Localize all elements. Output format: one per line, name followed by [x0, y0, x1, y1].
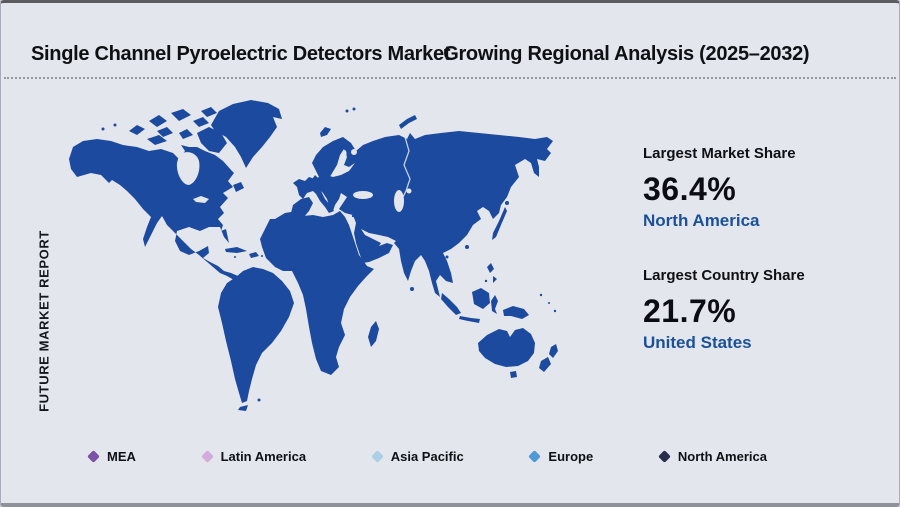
java-shape — [459, 316, 480, 323]
diamond-marker-icon — [658, 450, 671, 463]
white-sea-cutout — [351, 149, 357, 155]
diamond-marker-icon — [200, 450, 214, 463]
diamond-marker-icon — [87, 450, 100, 463]
stats-panel: Largest Market Share 36.4% North America… — [643, 145, 873, 353]
iceland-shape — [320, 127, 331, 137]
legend: MEA Latin America Asia Pacific Europe No… — [87, 449, 767, 464]
stat-value: 21.7% — [643, 293, 737, 329]
newfoundland-shape — [233, 182, 244, 192]
title-analysis: Growing Regional Analysis (2025–2032) — [443, 43, 810, 65]
south-america-shape — [218, 267, 294, 403]
sumatra-shape — [441, 293, 461, 315]
cuba-shape — [225, 247, 247, 253]
legend-item-mea: MEA — [87, 449, 136, 464]
north-america-shape — [69, 139, 238, 280]
dotted-divider — [4, 77, 896, 79]
legend-item-latin-america: Latin America — [200, 449, 307, 464]
legend-item-asia-pacific: Asia Pacific — [370, 449, 464, 464]
infographic-frame: Single Channel Pyroelectric Detectors Ma… — [0, 0, 900, 507]
legend-label: Asia Pacific — [390, 449, 464, 464]
stat-label: Largest Market Share — [643, 145, 796, 162]
stat-market-share: Largest Market Share 36.4% North America — [643, 145, 873, 231]
sulawesi-shape — [491, 295, 498, 314]
world-map — [69, 100, 558, 411]
new-zealand-north-shape — [549, 344, 558, 358]
stat-value: 36.4% — [643, 171, 737, 207]
page-title: Single Channel Pyroelectric Detectors Ma… — [31, 43, 891, 66]
legend-label: Latin America — [220, 449, 307, 464]
stat-country-share: Largest Country Share 21.7% United State… — [643, 267, 873, 353]
diamond-marker-icon — [528, 450, 542, 463]
new-zealand-south-shape — [539, 357, 551, 372]
australia-shape — [478, 328, 535, 367]
diamond-marker-icon — [370, 450, 384, 463]
stat-region: United States — [643, 333, 752, 352]
stat-label: Largest Country Share — [643, 267, 805, 284]
stat-region: North America — [643, 211, 760, 230]
philippines-shape — [487, 263, 494, 273]
title-market: Single Channel Pyroelectric Detectors Ma… — [31, 43, 451, 65]
legend-label: Europe — [548, 449, 594, 464]
borneo-shape — [472, 288, 490, 309]
madagascar-shape — [368, 321, 379, 347]
legend-item-europe: Europe — [528, 449, 594, 464]
landmasses — [69, 100, 558, 411]
legend-item-north-america: North America — [658, 449, 767, 464]
caspian-sea-cutout — [394, 190, 404, 212]
legend-label: MEA — [107, 449, 136, 464]
tasmania-shape — [510, 371, 517, 378]
new-guinea-shape — [503, 306, 529, 319]
black-sea-cutout — [353, 191, 373, 199]
greenland-shape — [211, 100, 282, 168]
brand-watermark: FUTURE MARKET REPORT — [36, 230, 52, 412]
legend-label: North America — [677, 449, 767, 464]
